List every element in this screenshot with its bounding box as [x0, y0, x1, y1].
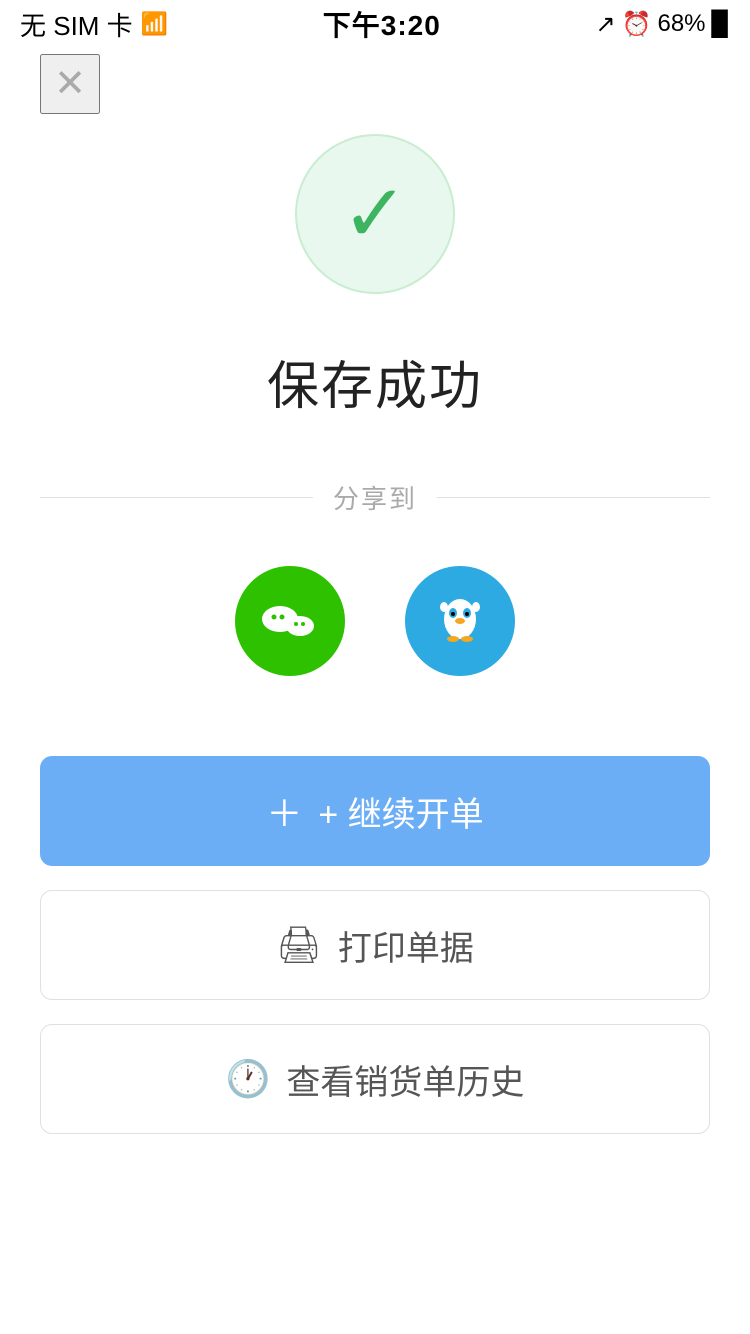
share-section: 分享到 [0, 479, 750, 676]
divider-right [437, 497, 710, 498]
actions-section: ＋ + 继续开单 🖨 打印单据 🕐 查看销货单历史 [0, 756, 750, 1134]
continue-button[interactable]: ＋ + 继续开单 [40, 756, 710, 866]
share-divider: 分享到 [40, 479, 710, 516]
history-label: 查看销货单历史 [286, 1055, 524, 1104]
divider-left [40, 497, 313, 498]
success-circle: ✓ [295, 134, 455, 294]
print-button[interactable]: 🖨 打印单据 [40, 890, 710, 1000]
close-icon: ✕ [54, 65, 86, 103]
battery-percent: 68% [657, 10, 705, 38]
status-right: ↗ ⏰ 68% ▉ [595, 10, 730, 39]
status-left: 无 SIM 卡 📶 [20, 6, 168, 43]
clock-icon: 🕐 [226, 1058, 271, 1100]
close-button[interactable]: ✕ [40, 54, 100, 114]
qq-icon [430, 591, 490, 651]
continue-label: + 继续开单 [318, 787, 483, 836]
printer-icon: 🖨 [276, 924, 322, 966]
alarm-icon: ⏰ [622, 10, 652, 39]
wechat-icon [260, 591, 320, 651]
share-icons-row [40, 566, 710, 676]
history-button[interactable]: 🕐 查看销货单历史 [40, 1024, 710, 1134]
status-bar: 无 SIM 卡 📶 下午3:20 ↗ ⏰ 68% ▉ [0, 0, 750, 44]
location-icon: ↗ [595, 10, 615, 39]
wechat-share-button[interactable] [235, 566, 345, 676]
print-label: 打印单据 [338, 921, 474, 970]
share-label: 分享到 [333, 479, 417, 516]
qq-share-button[interactable] [405, 566, 515, 676]
battery-icon: ▉ [712, 10, 730, 39]
status-time: 下午3:20 [323, 4, 441, 44]
plus-icon: ＋ [266, 785, 302, 837]
success-title: 保存成功 [267, 344, 483, 419]
checkmark-icon: ✓ [341, 174, 408, 254]
success-section: ✓ 保存成功 [0, 134, 750, 419]
no-sim-text: 无 SIM 卡 [20, 6, 133, 43]
wifi-icon: 📶 [141, 11, 168, 37]
